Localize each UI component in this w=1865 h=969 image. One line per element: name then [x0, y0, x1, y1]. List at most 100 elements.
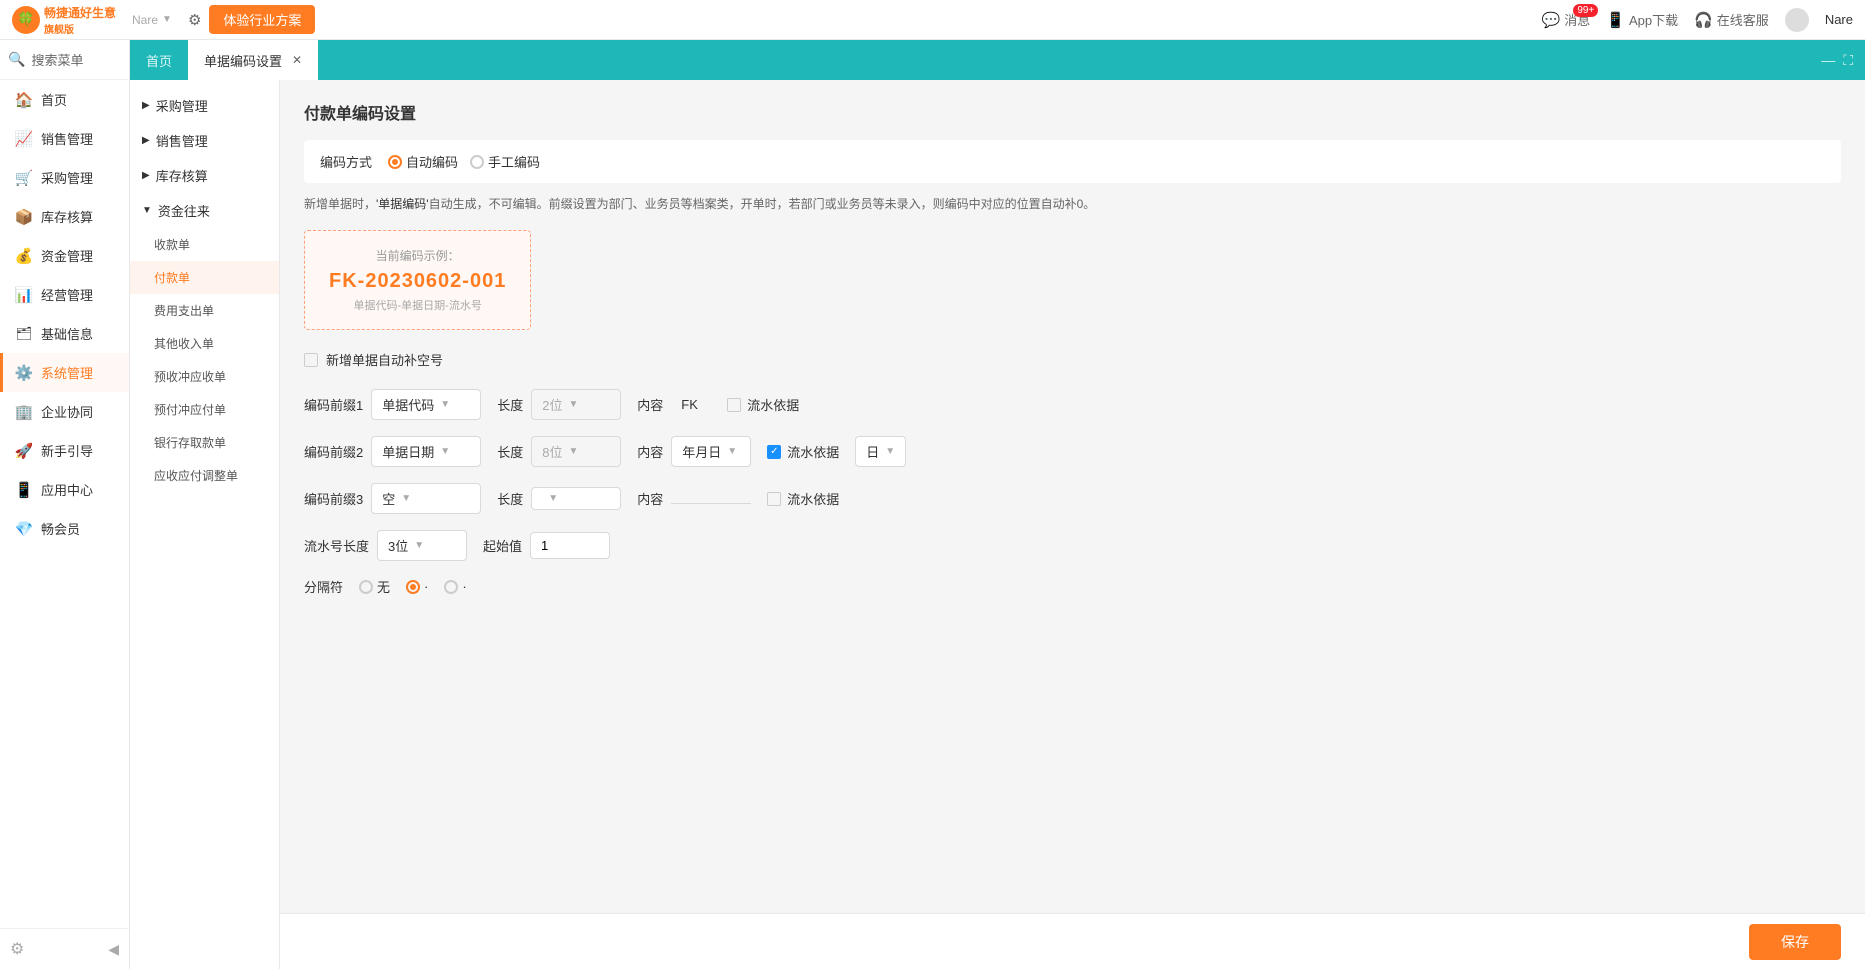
- sub-nav-sales[interactable]: ▶ 销售管理: [130, 123, 279, 158]
- prefix1-content-field: 内容 FK: [637, 392, 711, 417]
- sub-nav: ▶ 采购管理 ▶ 销售管理 ▶ 库存核算: [130, 80, 280, 969]
- messages-badge: 99+: [1573, 4, 1598, 17]
- sub-nav-inventory-title[interactable]: ▶ 库存核算: [130, 158, 279, 193]
- topbar-left: 🍀 畅捷通好生意 旗舰版 Nare ▼ ⚙ 体验行业方案: [12, 4, 315, 36]
- prefix2-select[interactable]: 单据日期 ▼: [371, 436, 481, 467]
- prefix2-value: 单据日期: [382, 442, 434, 461]
- sub-nav-sales-title[interactable]: ▶ 销售管理: [130, 123, 279, 158]
- sub-nav-item-ar-ap-adjust[interactable]: 应收应付调整单: [130, 459, 279, 492]
- settings-icon[interactable]: ⚙: [188, 11, 201, 29]
- app-icon: 📱: [1606, 11, 1625, 29]
- prefix1-serial-checkbox[interactable]: [727, 398, 741, 412]
- tab-home[interactable]: 首页: [130, 40, 188, 80]
- auto-fill-label: 新增单据自动补空号: [326, 350, 443, 369]
- separator-none-dot: [359, 580, 373, 594]
- prefix2-label: 编码前缀2: [304, 442, 363, 461]
- prefix2-row: 编码前缀2 单据日期 ▼ 长度 8位 ▼: [304, 436, 1841, 467]
- sidebar-item-label: 基础信息: [41, 324, 93, 343]
- sidebar-item-basic[interactable]: 🗂 基础信息: [0, 314, 129, 353]
- user-avatar[interactable]: [1785, 8, 1809, 32]
- sub-nav-item-payment[interactable]: 付款单: [130, 261, 279, 294]
- sub-nav-purchase[interactable]: ▶ 采购管理: [130, 88, 279, 123]
- serial-length-value: 3位: [388, 536, 408, 555]
- chevron-down-icon: ▼: [162, 14, 172, 25]
- auto-encode-radio[interactable]: 自动编码: [388, 152, 458, 171]
- sub-nav-capital-title[interactable]: ▼ 资金往来: [130, 193, 279, 228]
- prefix3-select[interactable]: 空 ▼: [371, 483, 481, 514]
- search-icon: 🔍: [8, 51, 25, 68]
- prefix2-content-select[interactable]: 年月日 ▼: [671, 436, 751, 467]
- prefix1-length-value: 2位: [542, 395, 562, 414]
- separator-dot-radio[interactable]: ·: [406, 579, 428, 594]
- prefix3-content-value: [671, 493, 751, 504]
- brand: 🍀 畅捷通好生意 旗舰版: [12, 4, 116, 36]
- serial-length-select[interactable]: 3位 ▼: [377, 530, 467, 561]
- sidebar-item-sales[interactable]: 📈 销售管理: [0, 119, 129, 158]
- tab-minimize-icon[interactable]: —: [1821, 52, 1835, 68]
- sidebar-item-label: 新手引导: [41, 441, 93, 460]
- prefix2-length-select[interactable]: 8位 ▼: [531, 436, 621, 467]
- sidebar-item-finance[interactable]: 💰 资金管理: [0, 236, 129, 275]
- sidebar-item-app[interactable]: 📱 应用中心: [0, 470, 129, 509]
- manual-encode-label: 手工编码: [488, 152, 540, 171]
- prefix3-length-select[interactable]: ▼: [531, 487, 621, 510]
- auto-fill-checkbox[interactable]: [304, 353, 318, 367]
- sidebar-item-label: 经营管理: [41, 285, 93, 304]
- online-service-btn[interactable]: 🎧 在线客服: [1694, 10, 1769, 29]
- sidebar-item-system[interactable]: ⚙️ 系统管理: [0, 353, 129, 392]
- sidebar: 🔍 搜索菜单 🏠 首页 📈 销售管理 🛒 采购管理 📦 库存核算 💰: [0, 40, 130, 969]
- search-menu-btn[interactable]: 🔍 搜索菜单: [0, 40, 129, 80]
- tab-encoding-settings[interactable]: 单据编码设置 ✕: [188, 40, 318, 80]
- app-download-btn[interactable]: 📱 App下载: [1606, 10, 1678, 29]
- prefix3-serial-checkbox[interactable]: [767, 492, 781, 506]
- sub-nav-item-expense[interactable]: 费用支出单: [130, 294, 279, 327]
- start-value-input[interactable]: [530, 532, 610, 559]
- prefix2-content-value: 年月日: [682, 442, 721, 461]
- prefix3-row: 编码前缀3 空 ▼ 长度 ▼: [304, 483, 1841, 514]
- sidebar-item-home[interactable]: 🏠 首页: [0, 80, 129, 119]
- online-service-label: 在线客服: [1717, 10, 1769, 29]
- prefix1-row: 编码前缀1 单据代码 ▼ 长度 2位 ▼: [304, 389, 1841, 420]
- sidebar-item-member[interactable]: 💎 畅会员: [0, 509, 129, 548]
- prefix1-serial-label: 流水依据: [747, 395, 799, 414]
- prefix1-select[interactable]: 单据代码 ▼: [371, 389, 481, 420]
- messages-btn[interactable]: 💬 消息 99+: [1542, 10, 1591, 29]
- sidebar-item-guide[interactable]: 🚀 新手引导: [0, 431, 129, 470]
- sidebar-item-operations[interactable]: 📊 经营管理: [0, 275, 129, 314]
- prefix2-serial-checkbox[interactable]: ✓: [767, 445, 781, 459]
- sub-nav-item-label: 收款单: [154, 238, 190, 252]
- tab-expand-icon[interactable]: ⛶: [1843, 52, 1853, 69]
- sub-nav-inventory[interactable]: ▶ 库存核算: [130, 158, 279, 193]
- chevron-down-icon: ▼: [414, 540, 424, 551]
- tab-close-icon[interactable]: ✕: [292, 53, 302, 67]
- preview-code: FK-20230602-001: [329, 270, 506, 293]
- company-dropdown[interactable]: Nare ▼: [124, 13, 180, 27]
- sidebar-item-purchase[interactable]: 🛒 采购管理: [0, 158, 129, 197]
- sub-nav-purchase-title[interactable]: ▶ 采购管理: [130, 88, 279, 123]
- sub-nav-item-other-income[interactable]: 其他收入单: [130, 327, 279, 360]
- tab-actions: — ⛶: [1821, 52, 1865, 69]
- brand-text: 畅捷通好生意 旗舰版: [44, 4, 116, 36]
- sub-nav-item-prepay-payment[interactable]: 预付冲应付单: [130, 393, 279, 426]
- prefix2-serial-label: 流水依据: [787, 442, 839, 461]
- sub-nav-item-bank-deposit[interactable]: 银行存取款单: [130, 426, 279, 459]
- sidebar-item-enterprise[interactable]: 🏢 企业协同: [0, 392, 129, 431]
- sidebar-collapse-icon[interactable]: ◀: [108, 941, 119, 958]
- sidebar-settings-icon[interactable]: ⚙: [10, 939, 24, 959]
- topbar: 🍀 畅捷通好生意 旗舰版 Nare ▼ ⚙ 体验行业方案 💬 消息 99+ 📱 …: [0, 0, 1865, 40]
- sub-nav-item-receipt[interactable]: 收款单: [130, 228, 279, 261]
- separator-dot-label: ·: [424, 579, 428, 594]
- sub-nav-item-prepay-receipt[interactable]: 预收冲应收单: [130, 360, 279, 393]
- sub-nav-item-label: 其他收入单: [154, 337, 214, 351]
- separator-row: 分隔符 无 · ·: [304, 577, 1841, 596]
- separator-none-radio[interactable]: 无: [359, 577, 390, 596]
- date-unit-select[interactable]: 日 ▼: [855, 436, 906, 467]
- prefix3-length-label: 长度: [497, 489, 523, 508]
- manual-encode-radio[interactable]: 手工编码: [470, 152, 540, 171]
- company-name: Nare: [132, 13, 158, 27]
- experience-btn[interactable]: 体验行业方案: [209, 5, 315, 34]
- prefix1-length-select[interactable]: 2位 ▼: [531, 389, 621, 420]
- separator-dash-radio[interactable]: ·: [444, 579, 466, 594]
- save-button[interactable]: 保存: [1749, 924, 1841, 960]
- sidebar-item-inventory[interactable]: 📦 库存核算: [0, 197, 129, 236]
